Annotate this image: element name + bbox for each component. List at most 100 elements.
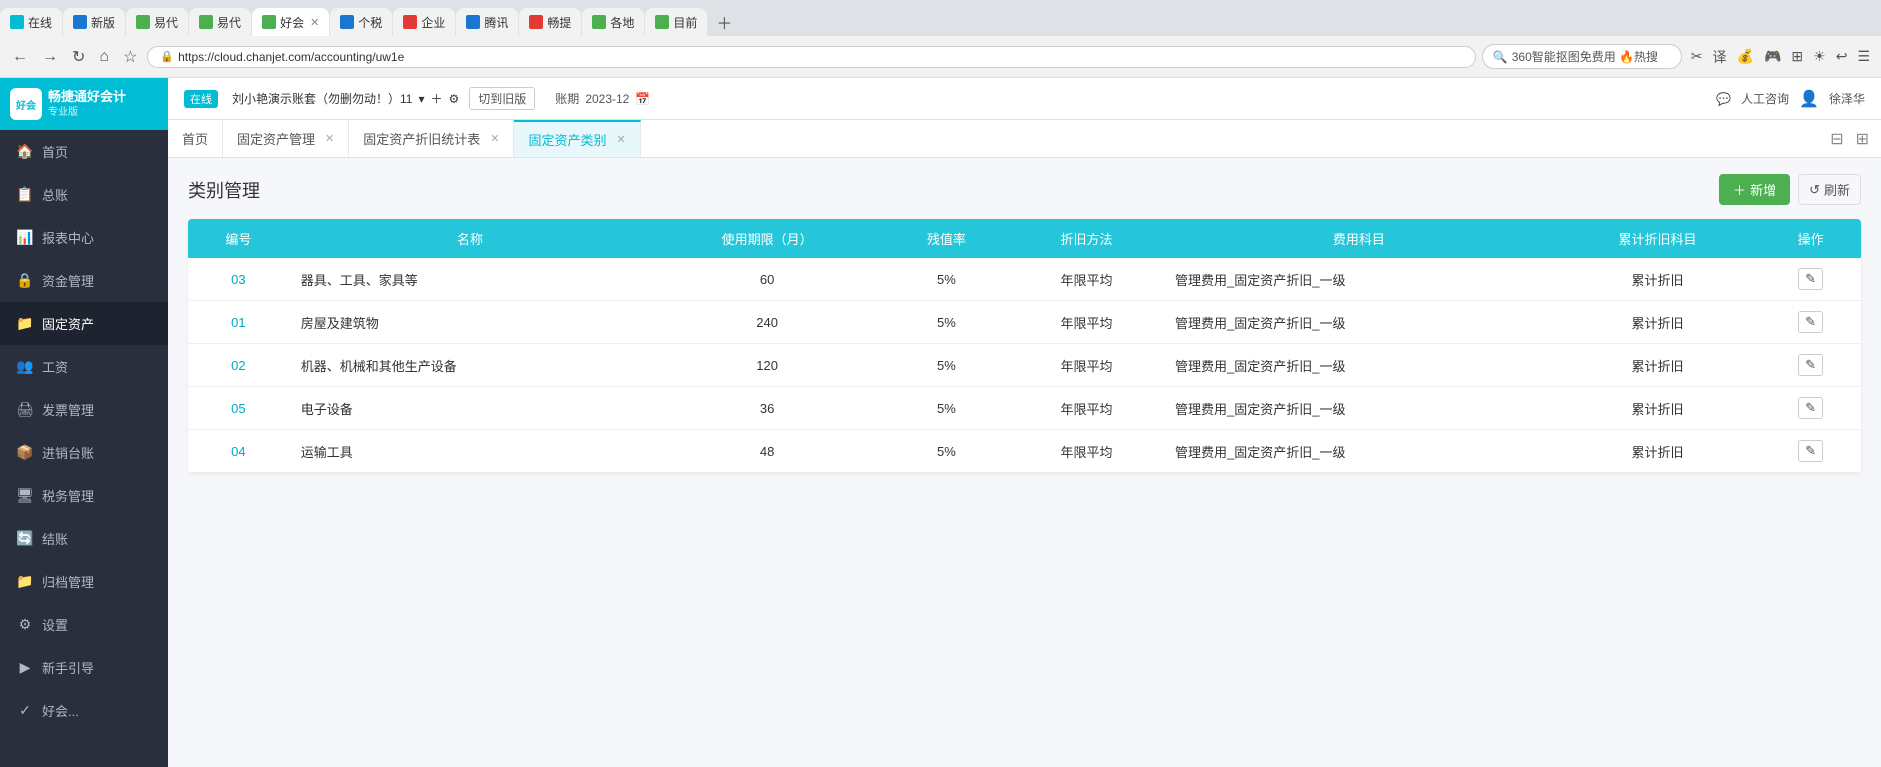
tab-label-yidai1: 易代: [154, 14, 178, 31]
address-bar[interactable]: 🔒 https://cloud.chanjet.com/accounting/u…: [147, 46, 1475, 68]
browser-tab-changte[interactable]: 畅提: [519, 8, 581, 36]
sidebar-item-reports[interactable]: 📊 报表中心: [0, 216, 168, 259]
table-header-row: 编号 名称 使用期限（月） 残值率 折旧方法 费用科目 累计折旧科目 操作: [188, 219, 1861, 258]
edit-button-0[interactable]: ✎: [1798, 268, 1823, 290]
sidebar-item-tax[interactable]: 🖥 税务管理: [0, 474, 168, 517]
edit-button-3[interactable]: ✎: [1798, 397, 1823, 419]
close-tab-depreciation[interactable]: ✕: [490, 132, 499, 145]
browser-tab-close-haohui[interactable]: ✕: [310, 16, 319, 29]
cell-code-2[interactable]: 02: [188, 344, 289, 387]
cell-method-4: 年限平均: [1010, 430, 1163, 473]
sidebar-label-tax: 税务管理: [42, 486, 94, 505]
refresh-icon: ↺: [1809, 182, 1820, 198]
tab-label-online: 在线: [28, 14, 52, 31]
cell-code-3[interactable]: 05: [188, 387, 289, 430]
cell-name-4: 运输工具: [289, 430, 652, 473]
home-button[interactable]: ⌂: [95, 46, 113, 68]
browser-tab-tengxun[interactable]: 腾讯: [456, 8, 518, 36]
cell-period-1: 240: [651, 301, 883, 344]
browser-tab-gedi[interactable]: 各地: [582, 8, 644, 36]
menu-tool[interactable]: ☰: [1854, 46, 1873, 67]
content-tab-home[interactable]: 首页: [168, 120, 223, 157]
content-tabs: 首页 固定资产管理 ✕ 固定资产折旧统计表 ✕ 固定资产类别 ✕ ⊟ ⊞: [168, 120, 1881, 158]
plus-icon: ＋: [1733, 180, 1746, 199]
add-category-button[interactable]: ＋ 新增: [1719, 174, 1790, 205]
online-badge: 在线: [184, 90, 218, 108]
browser-tab-yidai2[interactable]: 易代: [189, 8, 251, 36]
search-placeholder-text: 360智能抠图免费用 🔥热搜: [1512, 48, 1658, 65]
translate-tool[interactable]: 译: [1710, 45, 1730, 69]
browser-search-bar[interactable]: 🔍 360智能抠图免费用 🔥热搜: [1482, 44, 1682, 69]
browser-tab-haohui[interactable]: 好会 ✕: [252, 8, 329, 36]
browser-tools: ✂ 译 💰 🎮 ⊞ ☀ ↩ ☰: [1688, 45, 1873, 69]
sidebar-item-fixed-assets[interactable]: 📁 固定资产: [0, 302, 168, 345]
user-avatar-icon: 👤: [1799, 89, 1819, 109]
bookmark-button[interactable]: ☆: [119, 45, 141, 69]
sun-tool[interactable]: ☀: [1810, 46, 1829, 67]
add-account-icon[interactable]: ＋: [431, 90, 443, 107]
browser-tab-yidai1[interactable]: 易代: [126, 8, 188, 36]
cell-residual-0: 5%: [883, 258, 1010, 301]
browser-tab-geshui[interactable]: 个税: [330, 8, 392, 36]
sidebar-item-archive[interactable]: 📁 归档管理: [0, 560, 168, 603]
col-header-expense: 费用科目: [1163, 219, 1555, 258]
inventory-icon: 📦: [16, 444, 34, 461]
game-tool[interactable]: 🎮: [1761, 46, 1784, 67]
grid-tool[interactable]: ⊞: [1788, 46, 1806, 67]
back-button[interactable]: ←: [8, 46, 32, 68]
calendar-icon[interactable]: 📅: [635, 92, 650, 106]
browser-tab-online[interactable]: 在线: [0, 8, 62, 36]
sidebar-logo[interactable]: 好会 畅捷通好会计 专业版: [0, 78, 168, 130]
wallet-tool[interactable]: 💰: [1734, 46, 1757, 67]
fixed-assets-icon: 📁: [16, 315, 34, 332]
sidebar-item-ledger[interactable]: 📋 总账: [0, 173, 168, 216]
header-buttons: ＋ 新增 ↺ 刷新: [1719, 174, 1861, 205]
close-tab-category[interactable]: ✕: [617, 133, 626, 146]
undo-tool[interactable]: ↩: [1833, 46, 1851, 67]
cell-period-3: 36: [651, 387, 883, 430]
ledger-icon: 📋: [16, 186, 34, 203]
edit-button-4[interactable]: ✎: [1798, 440, 1823, 462]
sidebar-item-payroll[interactable]: 👥 工资: [0, 345, 168, 388]
sidebar-label-funds: 资金管理: [42, 271, 94, 290]
edit-button-1[interactable]: ✎: [1798, 311, 1823, 333]
sidebar-item-invoice[interactable]: 🖨 发票管理: [0, 388, 168, 431]
scissors-tool[interactable]: ✂: [1688, 46, 1706, 67]
sidebar-item-home[interactable]: 🏠 首页: [0, 130, 168, 173]
col-header-depreciation: 累计折旧科目: [1555, 219, 1760, 258]
forward-button[interactable]: →: [38, 46, 62, 68]
address-text: https://cloud.chanjet.com/accounting/uw1…: [178, 50, 404, 64]
top-user-name: 徐泽华: [1829, 90, 1865, 107]
cell-action-1: ✎: [1760, 301, 1861, 344]
switch-old-version-button[interactable]: 切到旧版: [469, 87, 535, 110]
close-tab-fixed-mgmt[interactable]: ✕: [325, 132, 334, 145]
cell-name-1: 房屋及建筑物: [289, 301, 652, 344]
sidebar-label-home: 首页: [42, 142, 68, 161]
dropdown-arrow-icon[interactable]: ▾: [418, 92, 424, 106]
content-tab-category[interactable]: 固定资产类别 ✕: [514, 120, 640, 157]
settings-small-icon[interactable]: ⚙: [449, 92, 460, 106]
cell-code-0[interactable]: 03: [188, 258, 289, 301]
browser-tab-new[interactable]: 新版: [63, 8, 125, 36]
sidebar-item-settings[interactable]: ⚙ 设置: [0, 603, 168, 646]
refresh-button[interactable]: ↺ 刷新: [1798, 174, 1861, 205]
sidebar-item-inventory[interactable]: 📦 进销台账: [0, 431, 168, 474]
archive-icon: 📁: [16, 573, 34, 590]
sidebar-item-funds[interactable]: 🔒 资金管理: [0, 259, 168, 302]
maximize-content-button[interactable]: ⊞: [1852, 127, 1873, 151]
sidebar-item-guide[interactable]: ▶ 新手引导: [0, 646, 168, 689]
guide-icon: ▶: [16, 659, 34, 676]
browser-tab-muqian[interactable]: 目前: [645, 8, 707, 36]
new-tab-button[interactable]: ＋: [712, 8, 736, 36]
cell-code-4[interactable]: 04: [188, 430, 289, 473]
browser-tab-qiye[interactable]: 企业: [393, 8, 455, 36]
edit-button-2[interactable]: ✎: [1798, 354, 1823, 376]
sidebar-item-more[interactable]: ✓ 好会...: [0, 689, 168, 732]
reload-button[interactable]: ↻: [68, 45, 89, 69]
sidebar-item-checkout[interactable]: 🔄 结账: [0, 517, 168, 560]
sidebar-label-guide: 新手引导: [42, 658, 94, 677]
content-tab-depreciation[interactable]: 固定资产折旧统计表 ✕: [349, 120, 514, 157]
content-tab-fixed-mgmt[interactable]: 固定资产管理 ✕: [223, 120, 349, 157]
minimize-content-button[interactable]: ⊟: [1826, 127, 1847, 151]
cell-code-1[interactable]: 01: [188, 301, 289, 344]
